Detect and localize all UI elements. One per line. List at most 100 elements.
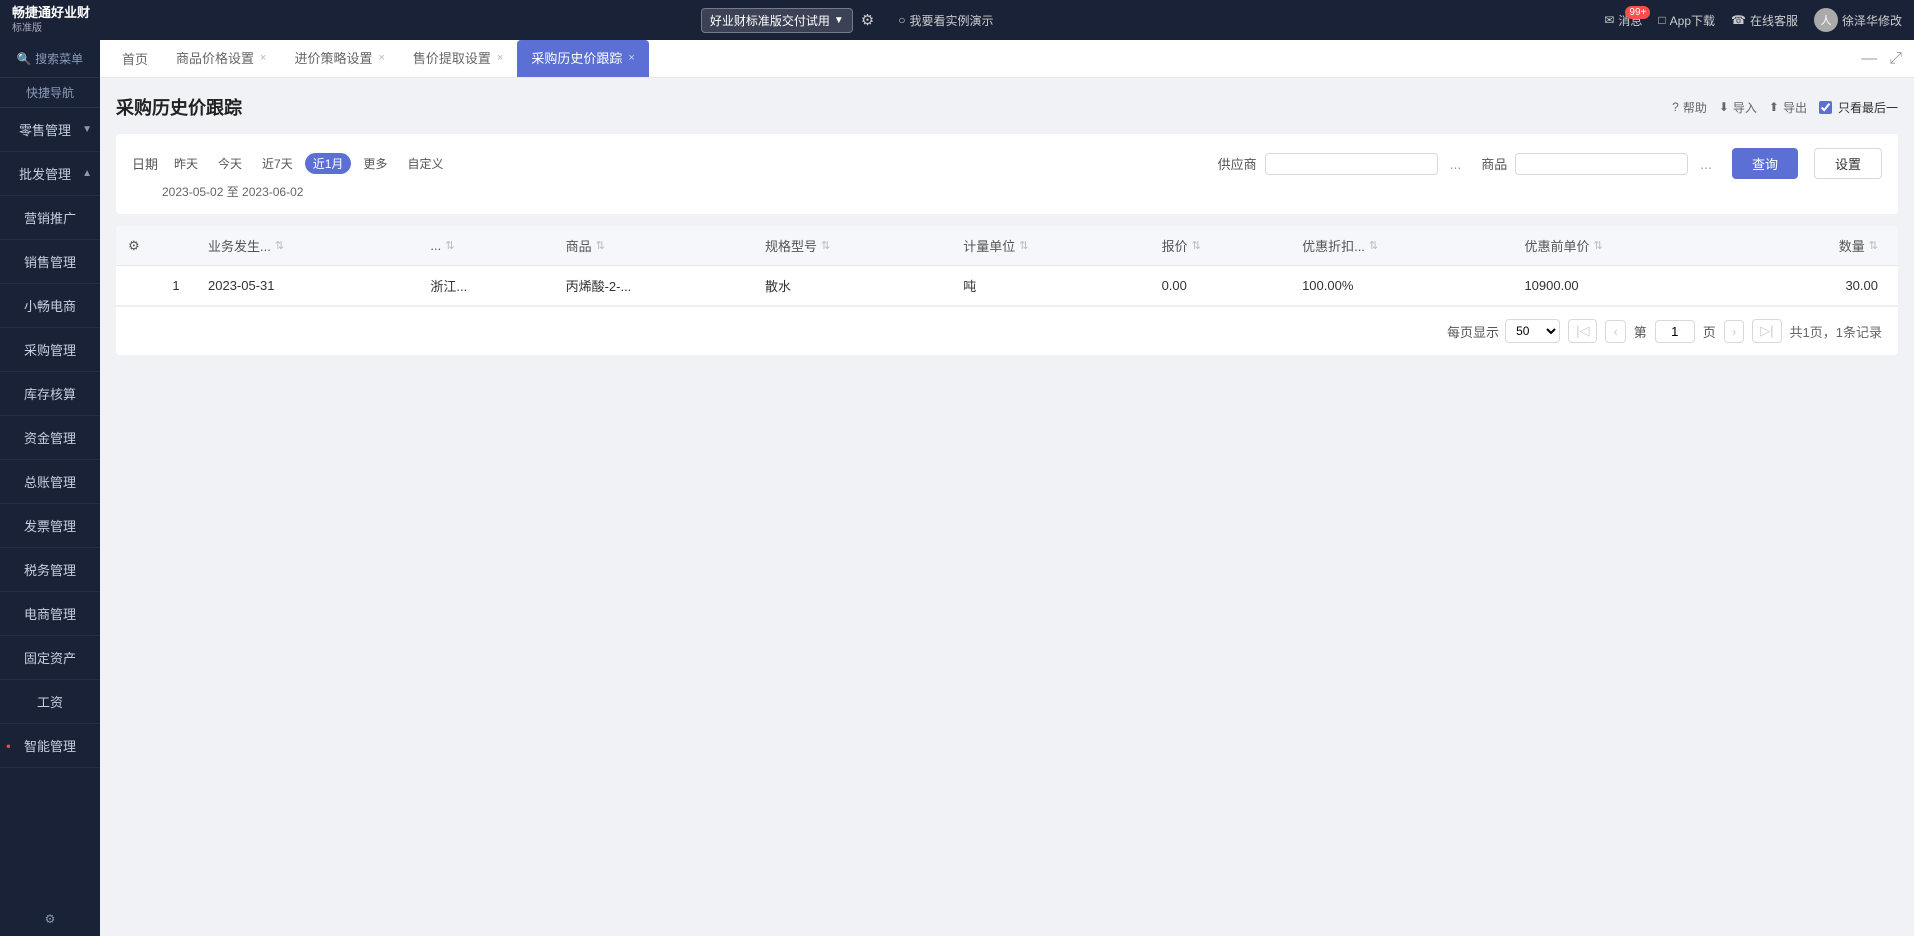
th-extra[interactable]: ... ⇅ [418,226,553,266]
sidebar-item-inventory-label: 库存核算 [8,384,92,403]
date-opt-1month[interactable]: 近1月 [305,153,352,174]
message-btn[interactable]: ✉ 消息 99+ [1604,12,1642,29]
sort-unit-icon[interactable]: ⇅ [1019,239,1028,252]
sidebar-item-tax[interactable]: 税务管理 [0,548,100,592]
sidebar-search[interactable]: 🔍 搜索菜单 [0,40,100,78]
sidebar-item-wholesale-label: 批发管理 [8,164,82,183]
demo-link-label: 我要看实例演示 [909,12,993,29]
sidebar-search-label: 搜索菜单 [35,52,83,66]
sidebar-item-finance[interactable]: 资金管理 [0,416,100,460]
th-business-date[interactable]: 业务发生... ⇅ [196,226,418,266]
sidebar-item-sales[interactable]: 销售管理 [0,240,100,284]
only-last-checkbox[interactable] [1819,101,1832,114]
export-label: 导出 [1783,99,1807,116]
date-opt-yesterday[interactable]: 昨天 [166,153,206,174]
page-label: 页 [1703,322,1716,341]
user-menu[interactable]: 人 徐泽华修改 [1814,8,1902,32]
product-filter-label: 商品 [1481,154,1507,173]
sidebar-item-ecom-label: 电商管理 [8,604,92,623]
sort-quoted-price-icon[interactable]: ⇅ [1192,239,1201,252]
sidebar-item-ecom[interactable]: 电商管理 [0,592,100,636]
tab-purchase-history-close-icon[interactable]: × [628,52,634,64]
date-opt-7days[interactable]: 近7天 [254,153,301,174]
sidebar-item-ledger[interactable]: 总账管理 [0,460,100,504]
row-unit-cell: 吨 [951,266,1149,306]
supplier-input[interactable] [1274,157,1429,171]
sidebar-settings-btn[interactable]: ⚙ [0,902,100,936]
tab-purchase-strategy-close-icon[interactable]: × [378,52,384,64]
th-quantity[interactable]: 数量 ⇅ [1740,226,1898,266]
sidebar-item-retail[interactable]: 零售管理 ▼ [0,108,100,152]
edition-settings-icon[interactable]: ⚙ [857,7,878,33]
date-opt-more[interactable]: 更多 [355,153,395,174]
sort-product-icon[interactable]: ⇅ [596,239,605,252]
th-settings[interactable]: ⚙ [116,226,156,266]
tabs-minimize-btn[interactable]: — [1857,48,1881,70]
sort-spec-icon[interactable]: ⇅ [821,239,830,252]
export-btn[interactable]: ⬆ 导出 [1769,99,1807,116]
sort-discount-pct-icon[interactable]: ⇅ [1369,239,1378,252]
topbar: 畅捷通好业财 标准版 好业财标准版交付试用 ▼ ⚙ ○ 我要看实例演示 ✉ 消息… [0,0,1914,40]
tab-purchase-strategy[interactable]: 进价策略设置 × [280,40,398,77]
edition-select[interactable]: 好业财标准版交付试用 ▼ [701,8,853,33]
tab-home[interactable]: 首页 [108,41,162,76]
sidebar-item-marketing[interactable]: 营销推广 [0,196,100,240]
sidebar-item-fixed-assets[interactable]: 固定资产 [0,636,100,680]
filter-settings-btn[interactable]: 设置 [1814,148,1882,179]
sort-extra-icon[interactable]: ⇅ [445,239,454,252]
query-btn[interactable]: 查询 [1732,148,1798,179]
supplier-dots[interactable]: ... [1446,154,1466,174]
filter-row: 日期 昨天 今天 近7天 近1月 更多 自定义 供应商 [132,148,1882,179]
th-spec[interactable]: 规格型号 ⇅ [753,226,951,266]
sidebar-quick-nav[interactable]: 快捷导航 [0,78,100,108]
per-page-select[interactable]: 20 50 100 [1505,319,1560,343]
tab-price-extract-close-icon[interactable]: × [497,52,503,64]
per-page-label: 每页显示 [1447,322,1499,341]
th-product[interactable]: 商品 ⇅ [554,226,753,266]
tabs-maximize-btn[interactable]: ⤢ [1885,48,1906,70]
sort-business-date-icon[interactable]: ⇅ [275,239,284,252]
last-page-btn[interactable]: ▷| [1752,319,1781,343]
only-last-label: 只看最后一 [1838,99,1898,116]
page-header: 采购历史价跟踪 ? 帮助 ⬇ 导入 ⬆ 导出 [116,94,1898,120]
first-page-btn[interactable]: |◁ [1568,319,1597,343]
tab-product-price-close-icon[interactable]: × [260,52,266,64]
tab-product-price[interactable]: 商品价格设置 × [162,40,280,77]
product-input[interactable] [1524,157,1679,171]
prev-page-btn[interactable]: ‹ [1605,320,1625,343]
sort-price-before-disc-icon[interactable]: ⇅ [1593,239,1602,252]
sidebar-item-payroll[interactable]: 工资 [0,680,100,724]
logo-sub: 标准版 [12,22,90,35]
row-spec-cell: 散水 [753,266,951,306]
help-btn[interactable]: ? 帮助 [1672,99,1707,116]
tab-purchase-history[interactable]: 采购历史价跟踪 × [517,40,648,77]
export-icon: ⬆ [1769,100,1779,114]
sidebar-item-intelligent[interactable]: 智能管理 [0,724,100,768]
import-btn[interactable]: ⬇ 导入 [1719,99,1757,116]
tab-price-extract[interactable]: 售价提取设置 × [399,40,517,77]
sidebar-item-wholesale[interactable]: 批发管理 ▲ [0,152,100,196]
online-service-btn[interactable]: ☎ 在线客服 [1731,12,1798,29]
sidebar-item-intelligent-label: 智能管理 [8,736,92,755]
date-opt-today[interactable]: 今天 [210,153,250,174]
app-download-btn[interactable]: □ App下载 [1658,12,1715,29]
sidebar-item-invoice[interactable]: 发票管理 [0,504,100,548]
next-page-btn[interactable]: › [1724,320,1744,343]
demo-link[interactable]: ○ 我要看实例演示 [898,12,993,29]
sidebar-item-sales-label: 销售管理 [8,252,92,271]
th-unit[interactable]: 计量单位 ⇅ [951,226,1149,266]
sidebar-item-inventory[interactable]: 库存核算 [0,372,100,416]
th-price-before-disc[interactable]: 优惠前单价 ⇅ [1512,226,1739,266]
filter-area: 日期 昨天 今天 近7天 近1月 更多 自定义 供应商 [116,134,1898,214]
per-page-wrap: 每页显示 20 50 100 [1447,319,1560,343]
th-discount-pct[interactable]: 优惠折扣... ⇅ [1290,226,1512,266]
date-opt-custom[interactable]: 自定义 [399,153,451,174]
sort-quantity-icon[interactable]: ⇅ [1869,239,1878,252]
product-dots[interactable]: ... [1696,154,1716,174]
page-number-input[interactable] [1655,320,1695,343]
sidebar-item-purchase[interactable]: 采购管理 [0,328,100,372]
sidebar-item-ecom-mini[interactable]: 小畅电商 [0,284,100,328]
th-quoted-price[interactable]: 报价 ⇅ [1150,226,1291,266]
pagination-bar: 每页显示 20 50 100 |◁ ‹ 第 页 › ▷| 共1页，1条记录 [116,306,1898,355]
date-options: 昨天 今天 近7天 近1月 更多 自定义 [166,153,451,174]
